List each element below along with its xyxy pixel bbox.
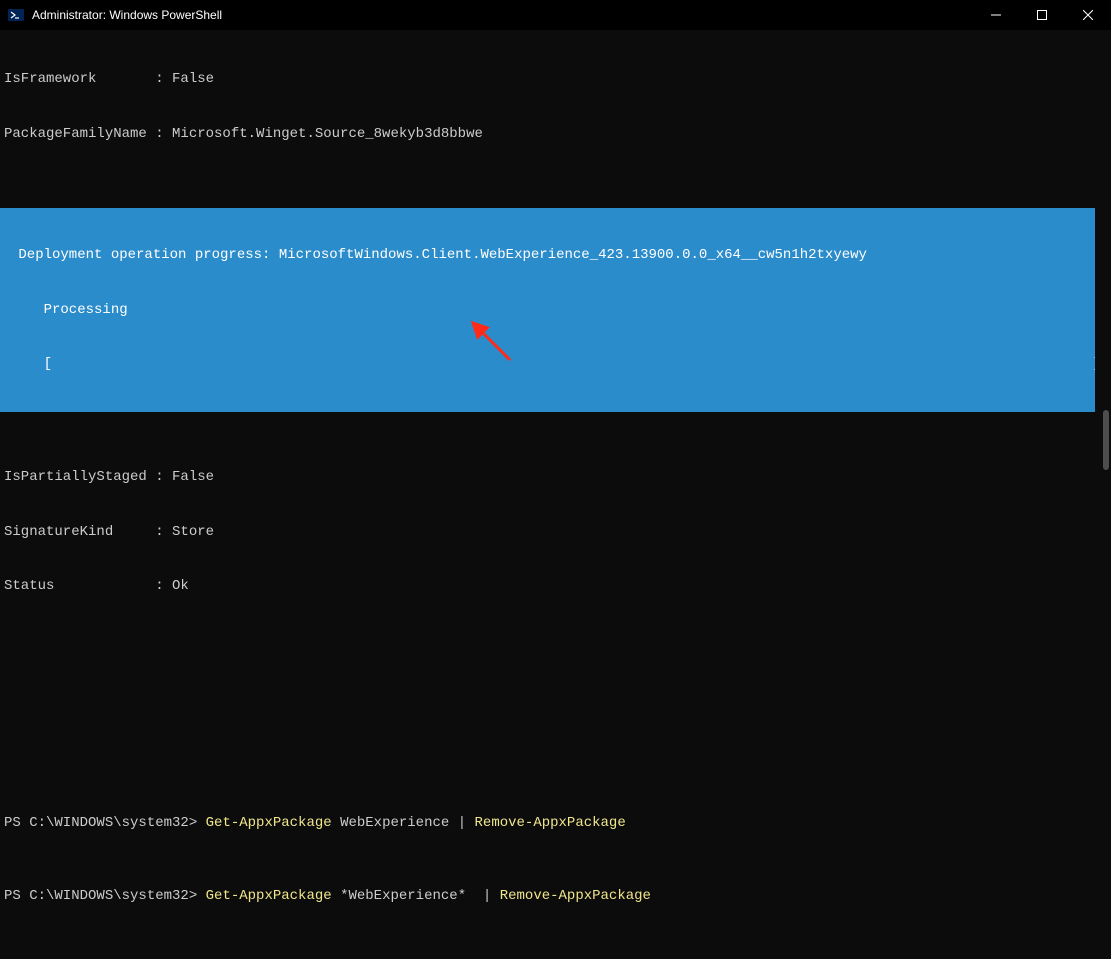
vertical-scrollbar[interactable]: [1095, 30, 1111, 531]
progress-bar: [ ]: [4, 355, 1107, 373]
window-title: Administrator: Windows PowerShell: [32, 8, 973, 22]
prompt: PS C:\WINDOWS\system32>: [4, 888, 206, 904]
command-line: PS C:\WINDOWS\system32> Get-AppxPackage …: [0, 814, 1111, 832]
powershell-icon: [8, 7, 24, 23]
progress-title: Deployment operation progress: Microsoft…: [4, 246, 1107, 264]
close-button[interactable]: [1065, 0, 1111, 30]
cmd-arg: *WebExperience*: [332, 888, 475, 904]
cmdlet-remove: Remove-AppxPackage: [466, 815, 626, 831]
progress-bar-left: [: [10, 355, 52, 373]
terminal-content[interactable]: IsFramework : False PackageFamilyName : …: [0, 30, 1111, 959]
cmdlet-remove: Remove-AppxPackage: [491, 888, 651, 904]
window-controls: [973, 0, 1111, 30]
blank-line: [0, 687, 1111, 705]
pipe: |: [475, 888, 492, 904]
cmd-arg: WebExperience: [332, 815, 458, 831]
cmdlet-get: Get-AppxPackage: [206, 815, 332, 831]
blank-line: [0, 632, 1111, 650]
output-line: IsFramework : False: [0, 70, 1111, 88]
pipe: |: [458, 815, 466, 831]
maximize-button[interactable]: [1019, 0, 1065, 30]
output-line: PackageFamilyName : Microsoft.Winget.Sou…: [0, 125, 1111, 143]
progress-block: Deployment operation progress: Microsoft…: [0, 208, 1111, 412]
cmdlet-get: Get-AppxPackage: [206, 888, 332, 904]
titlebar: Administrator: Windows PowerShell: [0, 0, 1111, 30]
progress-status: Processing: [4, 301, 1107, 319]
blank-line: [0, 741, 1111, 759]
minimize-button[interactable]: [973, 0, 1019, 30]
command-line: PS C:\WINDOWS\system32> Get-AppxPackage …: [0, 887, 1111, 905]
output-line: IsPartiallyStaged : False: [0, 468, 1111, 486]
prompt: PS C:\WINDOWS\system32>: [4, 815, 206, 831]
output-line: Status : Ok: [0, 577, 1111, 595]
output-line: SignatureKind : Store: [0, 523, 1111, 541]
scroll-thumb[interactable]: [1103, 410, 1109, 470]
